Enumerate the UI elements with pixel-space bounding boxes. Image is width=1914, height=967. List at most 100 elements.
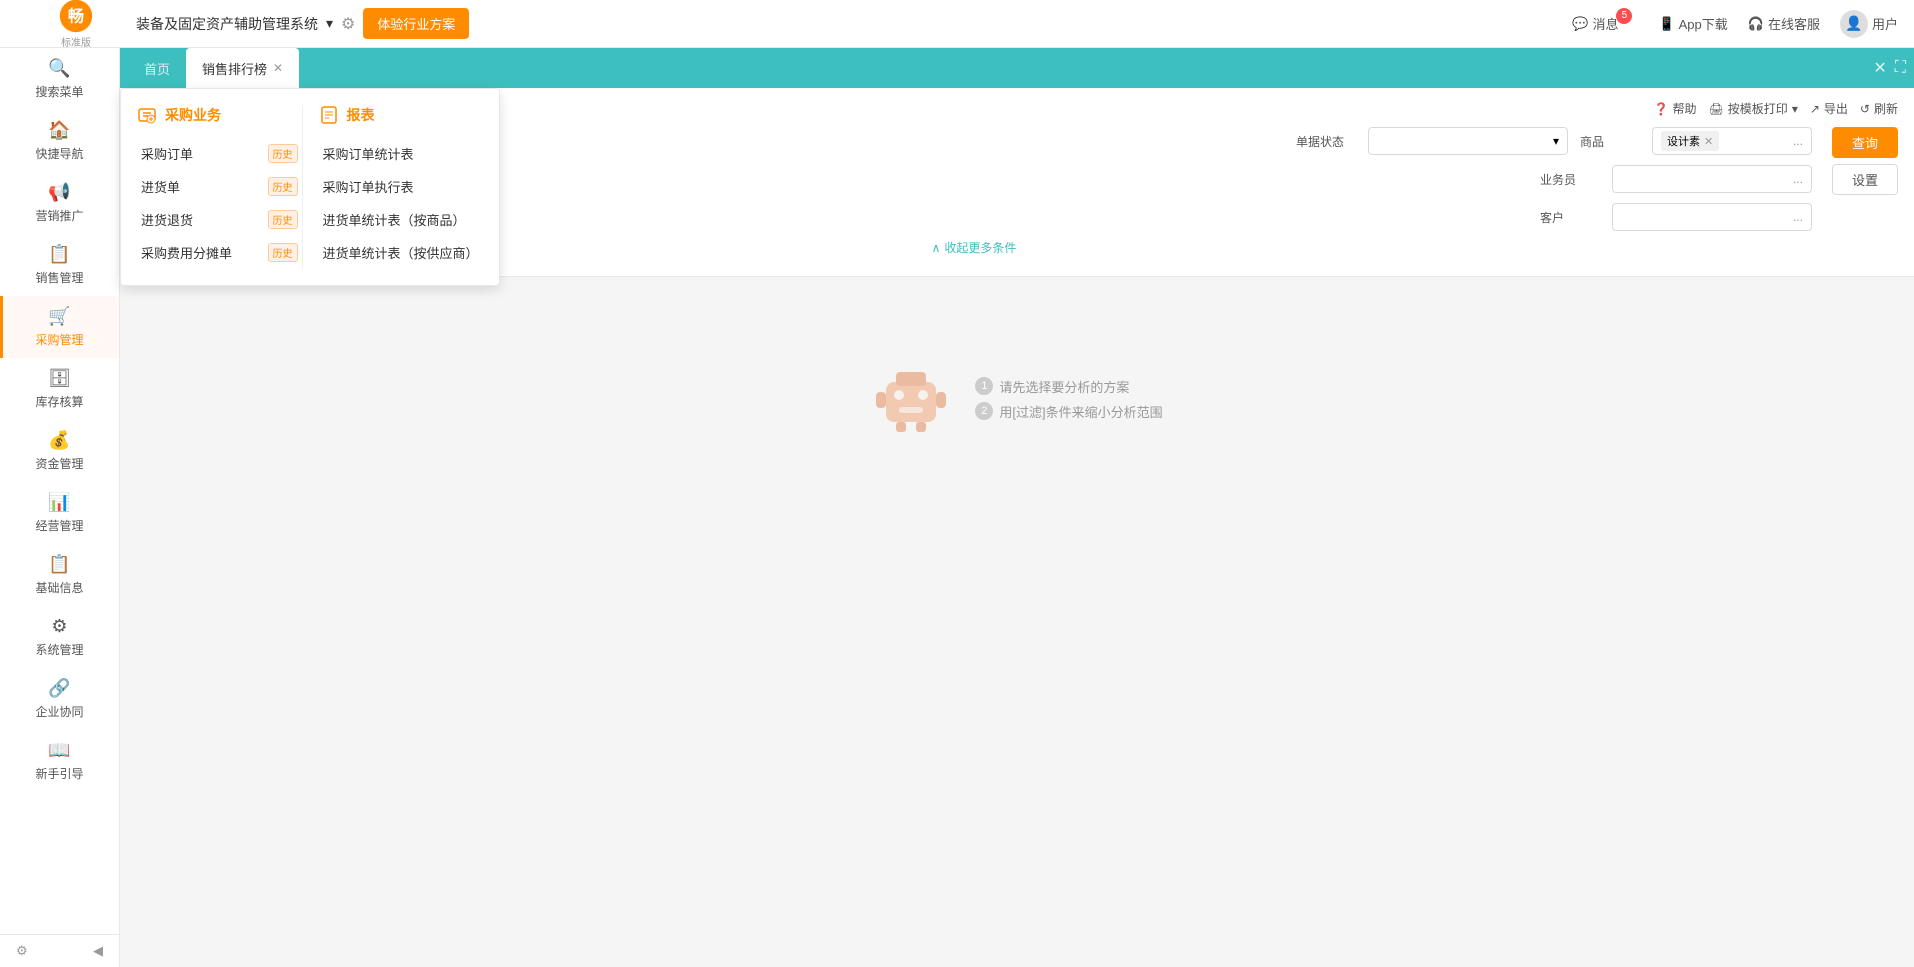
goods-label: 商品 xyxy=(1580,133,1640,150)
dropdown-item-purchase-order[interactable]: 采购订单 历史 xyxy=(137,137,302,170)
doc-status-select[interactable]: ▾ xyxy=(1368,127,1568,155)
sidebar-item-label: 营销推广 xyxy=(35,207,83,224)
top-right-area: 💬 消息 5 📱 App下载 🎧 在线客服 👤 用户 xyxy=(1572,10,1898,38)
sidebar-item-system[interactable]: ⚙ 系统管理 xyxy=(0,606,119,668)
hist-badge: 历史 xyxy=(268,243,298,262)
dropdown-item-inbound-by-goods[interactable]: 进货单统计表（按商品） xyxy=(319,203,484,236)
purchase-header-icon xyxy=(137,105,157,125)
sidebar-item-label: 采购管理 xyxy=(35,331,83,348)
headset-icon: 🎧 xyxy=(1748,16,1764,32)
query-button[interactable]: 查询 xyxy=(1832,127,1898,158)
tab-home-label: 首页 xyxy=(144,59,170,78)
message-icon: 💬 xyxy=(1572,16,1588,32)
goods-tag: 设计素 ✕ xyxy=(1661,131,1719,151)
export-label: 导出 xyxy=(1824,100,1848,117)
empty-state-area: 1 请先选择要分析的方案 2 用[过滤]条件来缩小分析范围 xyxy=(120,277,1914,520)
sidebar-item-search[interactable]: 🔍 搜索菜单 xyxy=(0,48,119,110)
print-icon: 🖨 xyxy=(1709,102,1724,116)
empty-tip-2: 2 用[过滤]条件来缩小分析范围 xyxy=(975,402,1162,421)
messages-button[interactable]: 💬 消息 5 xyxy=(1572,14,1638,33)
dropdown-item-order-exec[interactable]: 采购订单执行表 xyxy=(319,170,484,203)
empty-tips: 1 请先选择要分析的方案 2 用[过滤]条件来缩小分析范围 xyxy=(975,377,1162,421)
sidebar-item-label: 库存核算 xyxy=(35,393,83,410)
export-button[interactable]: ↗ 导出 xyxy=(1810,100,1848,117)
sidebar-item-marketing[interactable]: 📢 营销推广 xyxy=(0,172,119,234)
goods-tag-close[interactable]: ✕ xyxy=(1704,135,1713,148)
search-icon: 🔍 xyxy=(48,58,70,79)
chevron-down-icon[interactable]: ▾ xyxy=(326,15,333,32)
sidebar-collapse-icon[interactable]: ◀ xyxy=(93,943,103,959)
sidebar-item-inventory[interactable]: 🗄 库存核算 xyxy=(0,358,119,420)
sidebar-item-purchase[interactable]: 🛒 采购管理 xyxy=(0,296,119,358)
salesperson-select[interactable]: ... xyxy=(1612,165,1812,193)
template-print-label: 按模板打印 xyxy=(1728,100,1788,117)
tip-num-2: 2 xyxy=(975,402,993,420)
sidebar-item-sales[interactable]: 📋 销售管理 xyxy=(0,234,119,296)
tab-sales-rank[interactable]: 销售排行榜 ✕ xyxy=(186,48,299,88)
top-bar: 畅 标准版 装备及固定资产辅助管理系统 ▾ ⚙ 体验行业方案 💬 消息 5 📱 … xyxy=(0,0,1914,48)
sidebar-item-newbie[interactable]: 📖 新手引导 xyxy=(0,730,119,792)
help-icon: ❓ xyxy=(1654,102,1669,116)
tab-sales-rank-label: 销售排行榜 xyxy=(202,59,267,78)
action-buttons: 查询 设置 xyxy=(1832,127,1898,264)
dropdown-item-expense[interactable]: 采购费用分摊单 历史 xyxy=(137,236,302,269)
collapse-label: 收起更多条件 xyxy=(944,239,1016,256)
user-label: 用户 xyxy=(1872,14,1898,33)
dropdown-item-inbound-by-supplier[interactable]: 进货单统计表（按供应商） xyxy=(319,236,484,269)
tab-home[interactable]: 首页 xyxy=(128,48,186,88)
logo-subtitle: 标准版 xyxy=(61,34,91,49)
online-service-button[interactable]: 🎧 在线客服 xyxy=(1748,14,1820,33)
gear-icon[interactable]: ⚙ xyxy=(341,14,355,34)
sidebar-item-quick[interactable]: 🏠 快捷导航 xyxy=(0,110,119,172)
app-download-button[interactable]: 📱 App下载 xyxy=(1658,14,1727,33)
dropdown-item-order-stat[interactable]: 采购订单统计表 xyxy=(319,137,484,170)
settings-button[interactable]: 设置 xyxy=(1832,164,1898,195)
home-icon: 🏠 xyxy=(48,120,70,141)
sidebar-item-enterprise[interactable]: 🔗 企业协同 xyxy=(0,668,119,730)
empty-tip-1: 1 请先选择要分析的方案 xyxy=(975,377,1162,396)
user-button[interactable]: 👤 用户 xyxy=(1840,10,1898,38)
refresh-button[interactable]: ↺ 刷新 xyxy=(1860,100,1898,117)
sidebar-item-finance[interactable]: 💰 资金管理 xyxy=(0,420,119,482)
dropdown-item-inbound[interactable]: 进货单 历史 xyxy=(137,170,302,203)
customer-select[interactable]: ... xyxy=(1612,203,1812,231)
sidebar-item-label: 经营管理 xyxy=(35,517,83,534)
link-icon: 🔗 xyxy=(48,678,70,699)
dropdown-purchase-header: 采购业务 xyxy=(137,105,302,125)
cart-icon: 🛒 xyxy=(48,306,70,327)
hist-badge: 历史 xyxy=(268,210,298,229)
sidebar-item-label: 系统管理 xyxy=(35,641,83,658)
tab-close-icon[interactable]: ✕ xyxy=(273,61,283,75)
tab-expand-icon[interactable]: ⛶ xyxy=(1895,59,1906,77)
goods-more[interactable]: ... xyxy=(1793,134,1803,148)
refresh-icon: ↺ xyxy=(1860,102,1870,116)
goods-select[interactable]: 设计素 ✕ ... xyxy=(1652,127,1812,155)
sidebar-item-operations[interactable]: 📊 经营管理 xyxy=(0,482,119,544)
tab-close-all-icon[interactable]: ✕ xyxy=(1873,58,1886,78)
customer-label: 客户 xyxy=(1540,209,1600,226)
help-label: 帮助 xyxy=(1673,100,1697,117)
dropdown-purchase-title: 采购业务 xyxy=(165,105,221,125)
dropdown-report-col: 报表 采购订单统计表 采购订单执行表 进货单统计表（按商品） 进货单统计表（按供… xyxy=(302,105,484,269)
tip-num-1: 1 xyxy=(975,377,993,395)
chart-icon: 📊 xyxy=(48,492,70,513)
tip-text-1: 请先选择要分析的方案 xyxy=(999,377,1129,396)
dropdown-purchase-col: 采购业务 采购订单 历史 进货单 历史 进货退货 历史 采购费用分摊单 历史 xyxy=(137,105,302,269)
info-icon: 📋 xyxy=(48,554,70,575)
tip-text-2: 用[过滤]条件来缩小分析范围 xyxy=(999,402,1162,421)
megaphone-icon: 📢 xyxy=(48,182,70,203)
empty-state-icon xyxy=(871,357,951,440)
template-print-button[interactable]: 🖨 按模板打印 ▾ xyxy=(1709,100,1798,117)
sidebar-item-label: 搜索菜单 xyxy=(35,83,83,100)
industry-button[interactable]: 体验行业方案 xyxy=(363,8,469,39)
tab-right-actions: ✕ ⛶ xyxy=(1873,58,1906,78)
report-header-icon xyxy=(319,105,339,125)
help-button[interactable]: ❓ 帮助 xyxy=(1654,100,1697,117)
dropdown-item-return[interactable]: 进货退货 历史 xyxy=(137,203,302,236)
refresh-label: 刷新 xyxy=(1874,100,1898,117)
sidebar-settings-icon[interactable]: ⚙ xyxy=(16,943,28,959)
sidebar-item-basics[interactable]: 📋 基础信息 xyxy=(0,544,119,606)
sidebar: 🔍 搜索菜单 🏠 快捷导航 📢 营销推广 📋 销售管理 🛒 采购管理 🗄 库存核… xyxy=(0,48,120,967)
export-icon: ↗ xyxy=(1810,102,1820,116)
storage-icon: 🗄 xyxy=(48,368,71,389)
